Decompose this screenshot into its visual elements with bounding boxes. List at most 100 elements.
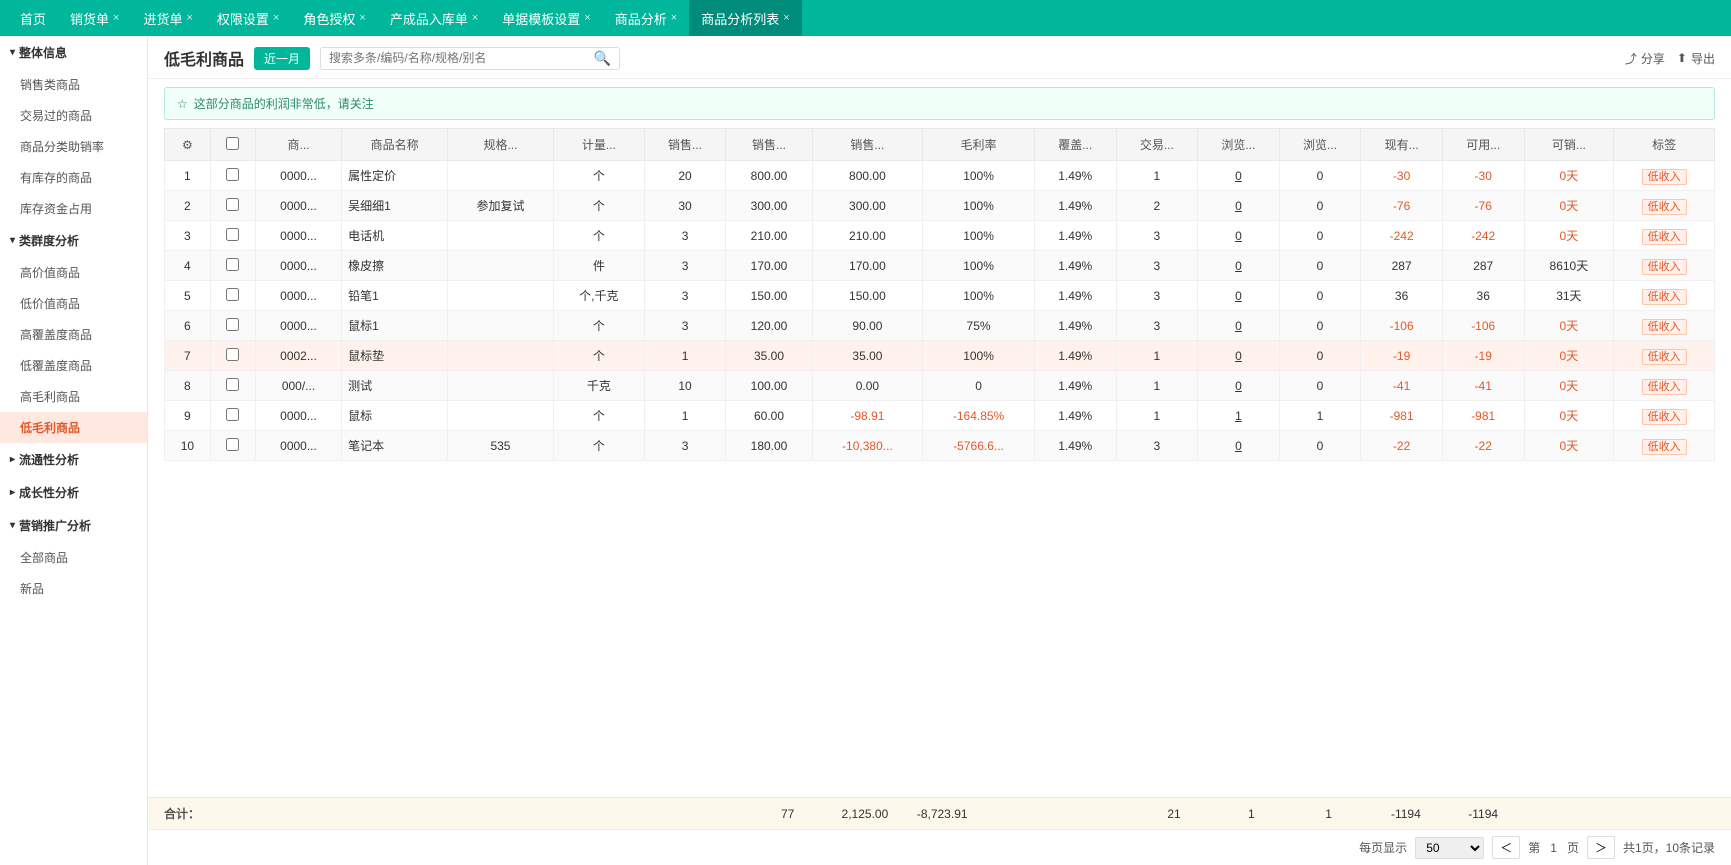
close-icon[interactable]: × [783,12,789,24]
col-settings[interactable]: ⚙ [165,129,211,161]
row-select-checkbox[interactable] [226,198,239,211]
col-trade-count[interactable]: 交易... [1116,129,1198,161]
row-checkbox[interactable] [210,191,255,221]
col-unit[interactable]: 计量... [553,129,644,161]
close-icon[interactable]: × [671,12,677,24]
col-code[interactable]: 商... [255,129,341,161]
next-page-button[interactable]: ＞ [1587,836,1615,859]
row-browse1[interactable]: 0 [1198,161,1280,191]
row-select-checkbox[interactable] [226,378,239,391]
row-checkbox[interactable] [210,311,255,341]
sidebar-item-high-coverage[interactable]: 高覆盖度商品 [0,319,147,350]
sidebar-item-low-margin[interactable]: 低毛利商品 [0,412,147,443]
row-name[interactable]: 吴细细1 [342,191,448,221]
sidebar-item-sales-goods[interactable]: 销售类商品 [0,69,147,100]
row-name[interactable]: 属性定价 [342,161,448,191]
row-checkbox[interactable] [210,221,255,251]
sidebar-item-traded-goods[interactable]: 交易过的商品 [0,100,147,131]
sidebar-group-overall[interactable]: ▾ 整体信息 [0,36,147,69]
date-filter-button[interactable]: 近一月 [254,47,310,70]
sidebar-group-marketing[interactable]: ▾ 营销推广分析 [0,509,147,542]
row-select-checkbox[interactable] [226,168,239,181]
row-select-checkbox[interactable] [226,348,239,361]
sidebar-item-low-value[interactable]: 低价值商品 [0,288,147,319]
nav-goods-analysis-list[interactable]: 商品分析列表 × [689,0,801,36]
sidebar-item-high-value[interactable]: 高价值商品 [0,257,147,288]
row-checkbox[interactable] [210,161,255,191]
close-icon[interactable]: × [186,12,192,24]
col-browse1[interactable]: 浏览... [1198,129,1280,161]
row-name[interactable]: 鼠标 [342,401,448,431]
nav-product-in[interactable]: 产成品入库单 × [378,0,490,36]
col-tag[interactable]: 标签 [1614,129,1715,161]
sidebar-item-category-sales[interactable]: 商品分类助销率 [0,131,147,162]
row-select-checkbox[interactable] [226,318,239,331]
row-browse1[interactable]: 0 [1198,191,1280,221]
search-icon[interactable]: 🔍 [594,50,611,67]
col-browse2[interactable]: 浏览... [1279,129,1361,161]
col-spec[interactable]: 规格... [448,129,554,161]
col-gross-rate[interactable]: 毛利率 [923,129,1035,161]
row-select-checkbox[interactable] [226,258,239,271]
row-browse1[interactable]: 1 [1198,401,1280,431]
col-sale-amt2[interactable]: 销售... [812,129,923,161]
search-input[interactable] [329,51,594,65]
prev-page-button[interactable]: ＜ [1492,836,1520,859]
export-button[interactable]: ⬆ 导出 [1677,50,1715,67]
row-name[interactable]: 鼠标垫 [342,341,448,371]
col-stock[interactable]: 现有... [1361,129,1443,161]
row-browse1[interactable]: 0 [1198,431,1280,461]
row-checkbox[interactable] [210,251,255,281]
sidebar-item-all-goods[interactable]: 全部商品 [0,542,147,573]
sidebar-item-high-margin[interactable]: 高毛利商品 [0,381,147,412]
sidebar-item-in-stock-goods[interactable]: 有库存的商品 [0,162,147,193]
row-name[interactable]: 鼠标1 [342,311,448,341]
row-select-checkbox[interactable] [226,288,239,301]
row-checkbox[interactable] [210,371,255,401]
row-checkbox[interactable] [210,341,255,371]
sidebar-group-cluster[interactable]: ▾ 类群度分析 [0,224,147,257]
row-checkbox[interactable] [210,281,255,311]
sidebar-item-inventory-capital[interactable]: 库存资金占用 [0,193,147,224]
row-name[interactable]: 橡皮擦 [342,251,448,281]
col-cover-rate[interactable]: 覆盖... [1034,129,1116,161]
row-name[interactable]: 笔记本 [342,431,448,461]
row-name[interactable]: 测试 [342,371,448,401]
col-name[interactable]: 商品名称 [342,129,448,161]
nav-home[interactable]: 首页 [8,0,58,36]
row-browse1[interactable]: 0 [1198,281,1280,311]
nav-purchase-order[interactable]: 进货单 × [131,0,204,36]
nav-goods-analysis[interactable]: 商品分析 × [603,0,689,36]
row-checkbox[interactable] [210,401,255,431]
row-browse1[interactable]: 0 [1198,221,1280,251]
row-name[interactable]: 电话机 [342,221,448,251]
row-browse1[interactable]: 0 [1198,371,1280,401]
col-sale-amt1[interactable]: 销售... [726,129,812,161]
row-select-checkbox[interactable] [226,228,239,241]
sidebar-group-growth[interactable]: ▸ 成长性分析 [0,476,147,509]
row-select-checkbox[interactable] [226,438,239,451]
nav-template-setting[interactable]: 单据模板设置 × [490,0,602,36]
row-checkbox[interactable] [210,431,255,461]
col-sale-qty[interactable]: 销售... [644,129,726,161]
row-browse1[interactable]: 0 [1198,251,1280,281]
sidebar-item-low-coverage[interactable]: 低覆盖度商品 [0,350,147,381]
col-saleable[interactable]: 可销... [1524,129,1614,161]
sidebar-group-flow[interactable]: ▸ 流通性分析 [0,443,147,476]
row-browse1[interactable]: 0 [1198,341,1280,371]
col-avail[interactable]: 可用... [1442,129,1524,161]
nav-role-auth[interactable]: 角色授权 × [291,0,377,36]
select-all-checkbox[interactable] [226,137,239,150]
close-icon[interactable]: × [113,12,119,24]
per-page-select[interactable]: 50 100 200 [1415,837,1484,859]
nav-sales-order[interactable]: 销货单 × [58,0,131,36]
sidebar-item-new-goods[interactable]: 新品 [0,573,147,604]
row-browse1[interactable]: 0 [1198,311,1280,341]
close-icon[interactable]: × [273,12,279,24]
row-select-checkbox[interactable] [226,408,239,421]
table-container[interactable]: ⚙ 商... 商品名称 规格... 计量... 销售... 销售... 销售..… [148,128,1731,797]
nav-permission-setting[interactable]: 权限设置 × [205,0,291,36]
close-icon[interactable]: × [584,12,590,24]
col-select-all[interactable] [210,129,255,161]
close-icon[interactable]: × [472,12,478,24]
